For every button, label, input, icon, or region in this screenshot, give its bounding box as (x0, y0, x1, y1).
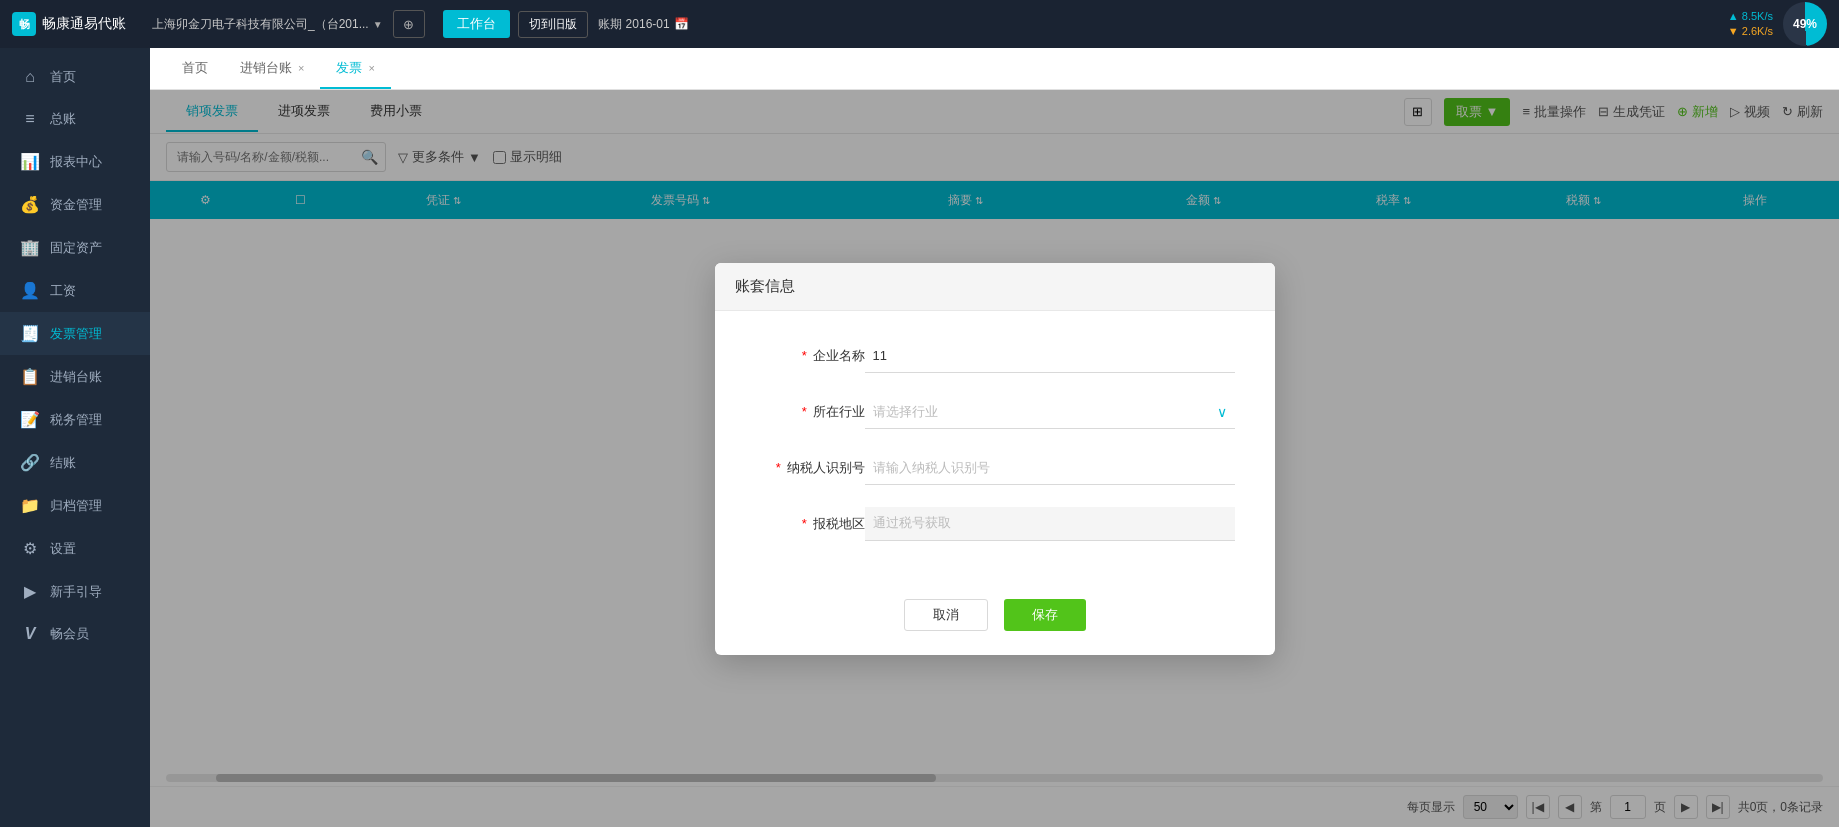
form-row-company-name: * 企业名称 (755, 339, 1235, 373)
app-layout: ⌂ 首页 ≡ 总账 📊 报表中心 💰 资金管理 🏢 固定资产 👤 工资 🧾 发票… (0, 48, 1839, 827)
salary-icon: 👤 (20, 281, 40, 300)
save-button[interactable]: 保存 (1004, 599, 1086, 631)
sidebar-label-assets: 固定资产 (50, 239, 102, 257)
sidebar-item-assets[interactable]: 🏢 固定资产 (0, 226, 150, 269)
calendar-icon[interactable]: 📅 (674, 17, 689, 31)
dialog-title: 账套信息 (735, 277, 795, 294)
sidebar-item-funds[interactable]: 💰 资金管理 (0, 183, 150, 226)
sidebar-label-trade: 进销台账 (50, 368, 102, 386)
sidebar-label-settlement: 结账 (50, 454, 76, 472)
sidebar: ⌂ 首页 ≡ 总账 📊 报表中心 💰 资金管理 🏢 固定资产 👤 工资 🧾 发票… (0, 48, 150, 827)
company-action-icon[interactable]: ⊕ (393, 10, 425, 38)
sidebar-label-tax: 税务管理 (50, 411, 102, 429)
label-tax-region: * 报税地区 (755, 515, 865, 533)
sidebar-label-guide: 新手引导 (50, 583, 102, 601)
content-area: 销项发票 进项发票 费用小票 ⊞ 取票 ▼ (150, 90, 1839, 827)
sidebar-item-salary[interactable]: 👤 工资 (0, 269, 150, 312)
sidebar-item-invoice[interactable]: 🧾 发票管理 (0, 312, 150, 355)
sidebar-item-trade[interactable]: 📋 进销台账 (0, 355, 150, 398)
sidebar-item-home[interactable]: ⌂ 首页 (0, 56, 150, 98)
download-speed: ▼ 2.6K/s (1728, 24, 1773, 39)
form-row-tax-id: * 纳税人识别号 (755, 451, 1235, 485)
sidebar-label-invoice: 发票管理 (50, 325, 102, 343)
top-bar: 畅 畅康通易代账 上海卯金刀电子科技有限公司_（台201... ▼ ⊕ 工作台 … (0, 0, 1839, 48)
label-tax-id: * 纳税人识别号 (755, 459, 865, 477)
label-industry: * 所在行业 (755, 403, 865, 421)
input-tax-region-disabled: 通过税号获取 (865, 507, 1235, 541)
app-logo: 畅 畅康通易代账 (12, 12, 142, 36)
sidebar-label-archive: 归档管理 (50, 497, 102, 515)
tab-trade[interactable]: 进销台账 × (224, 49, 320, 89)
tab-bar: 首页 进销台账 × 发票 × (150, 48, 1839, 90)
label-company-name: * 企业名称 (755, 347, 865, 365)
company-name: 上海卯金刀电子科技有限公司_（台201... (152, 16, 369, 33)
sidebar-label-ledger: 总账 (50, 110, 76, 128)
workbench-button[interactable]: 工作台 (443, 10, 510, 38)
member-icon: V (20, 625, 40, 643)
form-row-tax-region: * 报税地区 通过税号获取 (755, 507, 1235, 541)
cancel-button[interactable]: 取消 (904, 599, 988, 631)
form-row-industry: * 所在行业 请选择行业 ∨ (755, 395, 1235, 429)
assets-icon: 🏢 (20, 238, 40, 257)
funds-icon: 💰 (20, 195, 40, 214)
sidebar-item-archive[interactable]: 📁 归档管理 (0, 484, 150, 527)
sidebar-item-member[interactable]: V 畅会员 (0, 613, 150, 655)
dialog-footer: 取消 保存 (715, 583, 1275, 655)
logo-icon: 畅 (12, 12, 36, 36)
select-industry[interactable]: 请选择行业 (865, 395, 1235, 429)
old-version-button[interactable]: 切到旧版 (518, 11, 588, 38)
sidebar-label-salary: 工资 (50, 282, 76, 300)
archive-icon: 📁 (20, 496, 40, 515)
account-period: 账期 2016-01 📅 (598, 16, 689, 33)
sidebar-label-reports: 报表中心 (50, 153, 102, 171)
tab-trade-close-icon[interactable]: × (298, 62, 304, 74)
sidebar-label-home: 首页 (50, 68, 76, 86)
guide-icon: ▶ (20, 582, 40, 601)
settings-icon: ⚙ (20, 539, 40, 558)
sidebar-label-settings: 设置 (50, 540, 76, 558)
tab-invoice[interactable]: 发票 × (320, 49, 390, 89)
trade-icon: 📋 (20, 367, 40, 386)
sidebar-item-guide[interactable]: ▶ 新手引导 (0, 570, 150, 613)
company-selector[interactable]: 上海卯金刀电子科技有限公司_（台201... ▼ (152, 16, 383, 33)
reports-icon: 📊 (20, 152, 40, 171)
tax-icon: 📝 (20, 410, 40, 429)
home-icon: ⌂ (20, 68, 40, 86)
select-wrap-industry: 请选择行业 ∨ (865, 395, 1235, 429)
overlay: 账套信息 * 企业名称 (150, 90, 1839, 827)
network-stats: ▲ 8.5K/s ▼ 2.6K/s (1728, 9, 1773, 40)
app-title: 畅康通易代账 (42, 15, 126, 33)
dialog-header: 账套信息 (715, 263, 1275, 311)
dialog-body: * 企业名称 * 所在行业 (715, 311, 1275, 583)
sidebar-item-settlement[interactable]: 🔗 结账 (0, 441, 150, 484)
input-tax-id[interactable] (865, 451, 1235, 485)
input-company-name[interactable] (865, 339, 1235, 373)
invoice-icon: 🧾 (20, 324, 40, 343)
tab-home[interactable]: 首页 (166, 49, 224, 89)
sidebar-item-tax[interactable]: 📝 税务管理 (0, 398, 150, 441)
sidebar-item-settings[interactable]: ⚙ 设置 (0, 527, 150, 570)
top-bar-right: ▲ 8.5K/s ▼ 2.6K/s 49% (1728, 2, 1827, 46)
company-chevron-icon: ▼ (373, 19, 383, 30)
progress-circle: 49% (1783, 2, 1827, 46)
settlement-icon: 🔗 (20, 453, 40, 472)
tab-invoice-close-icon[interactable]: × (368, 62, 374, 74)
main-content: 首页 进销台账 × 发票 × 销项发票 进项发票 (150, 48, 1839, 827)
ledger-icon: ≡ (20, 110, 40, 128)
sidebar-item-reports[interactable]: 📊 报表中心 (0, 140, 150, 183)
sidebar-label-funds: 资金管理 (50, 196, 102, 214)
top-bar-actions: 工作台 切到旧版 (443, 10, 588, 38)
upload-speed: ▲ 8.5K/s (1728, 9, 1773, 24)
sidebar-item-ledger[interactable]: ≡ 总账 (0, 98, 150, 140)
sidebar-label-member: 畅会员 (50, 625, 89, 643)
dialog: 账套信息 * 企业名称 (715, 263, 1275, 655)
